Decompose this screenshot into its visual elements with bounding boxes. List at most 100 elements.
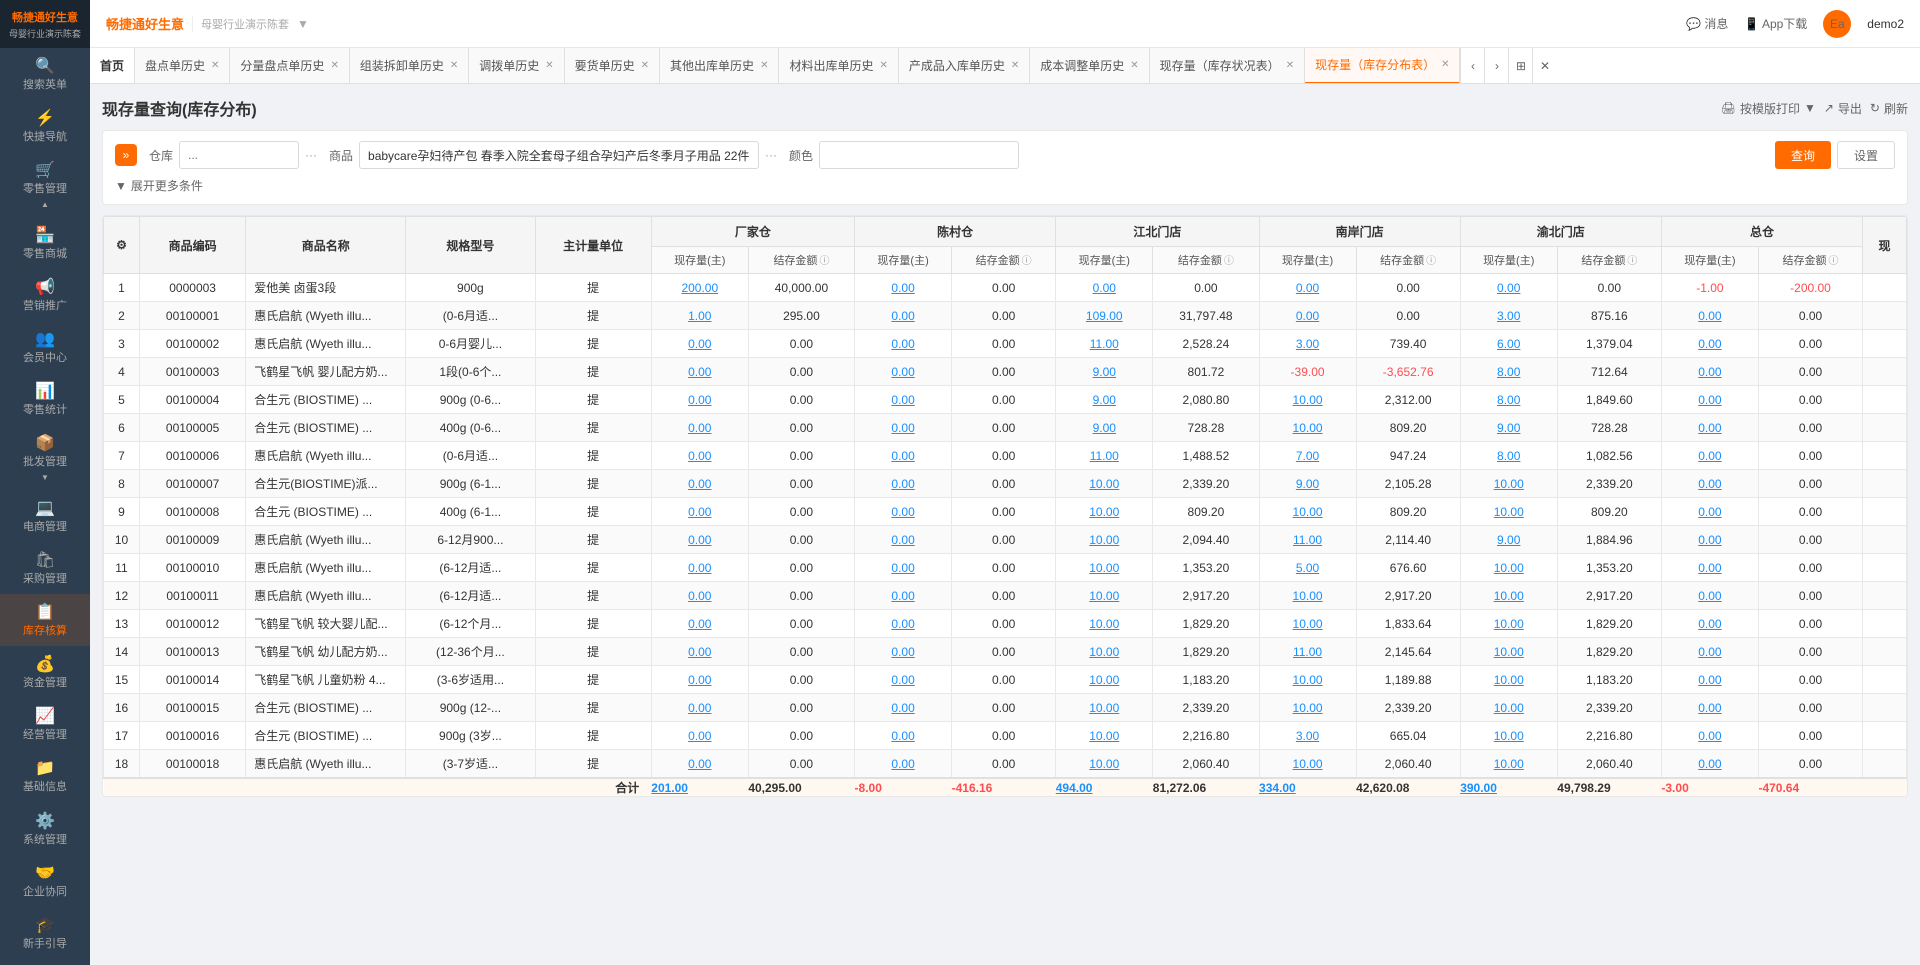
cell-jiangbei-qty[interactable]: 109.00: [1056, 302, 1153, 330]
cell-total-qty[interactable]: 0.00: [1661, 414, 1758, 442]
cell-yubei-qty[interactable]: 10.00: [1460, 694, 1557, 722]
cell-jiangbei-qty[interactable]: 10.00: [1056, 582, 1153, 610]
cell-chen-qty[interactable]: 0.00: [855, 442, 952, 470]
cell-yubei-qty[interactable]: 10.00: [1460, 554, 1557, 582]
total-amt-info-icon[interactable]: ⓘ: [1829, 256, 1839, 267]
cell-nanan-qty[interactable]: 0.00: [1259, 274, 1356, 302]
cell-jiangbei-qty[interactable]: 10.00: [1056, 498, 1153, 526]
username[interactable]: demo2: [1867, 17, 1904, 31]
cell-jiangbei-qty[interactable]: 10.00: [1056, 554, 1153, 582]
cell-yubei-qty[interactable]: 10.00: [1460, 582, 1557, 610]
cell-factory-qty[interactable]: 0.00: [651, 638, 748, 666]
cell-chen-qty[interactable]: 0.00: [855, 638, 952, 666]
footer-jiangbei-qty[interactable]: 494.00: [1056, 778, 1153, 796]
cell-yubei-qty[interactable]: 10.00: [1460, 610, 1557, 638]
cell-factory-qty[interactable]: 0.00: [651, 414, 748, 442]
sidebar-item-member[interactable]: 👥 会员中心: [0, 321, 90, 373]
cell-yubei-qty[interactable]: 9.00: [1460, 526, 1557, 554]
sidebar-item-finance[interactable]: 💰 资金管理: [0, 646, 90, 698]
factory-amt-info-icon[interactable]: ⓘ: [819, 256, 829, 267]
tab-other-out-close[interactable]: ✕: [760, 60, 768, 71]
cell-chen-qty[interactable]: 0.00: [855, 358, 952, 386]
cell-nanan-qty[interactable]: 7.00: [1259, 442, 1356, 470]
cell-yubei-qty[interactable]: 3.00: [1460, 302, 1557, 330]
cell-yubei-qty[interactable]: 10.00: [1460, 498, 1557, 526]
cell-nanan-qty[interactable]: 10.00: [1259, 610, 1356, 638]
sidebar-item-inventory[interactable]: 📋 库存核算: [0, 594, 90, 646]
cell-total-qty[interactable]: 0.00: [1661, 750, 1758, 779]
cell-chen-qty[interactable]: 0.00: [855, 386, 952, 414]
warehouse-input[interactable]: [179, 141, 299, 169]
cell-total-qty[interactable]: -1.00: [1661, 274, 1758, 302]
cell-factory-qty[interactable]: 0.00: [651, 386, 748, 414]
jiangbei-amt-info-icon[interactable]: ⓘ: [1224, 256, 1234, 267]
cell-nanan-qty[interactable]: 3.00: [1259, 722, 1356, 750]
tab-inventory-status-close[interactable]: ✕: [1286, 60, 1294, 71]
cell-factory-qty[interactable]: 1.00: [651, 302, 748, 330]
cell-chen-qty[interactable]: 0.00: [855, 666, 952, 694]
cell-factory-qty[interactable]: 0.00: [651, 526, 748, 554]
cell-yubei-qty[interactable]: 10.00: [1460, 722, 1557, 750]
cell-chen-qty[interactable]: 0.00: [855, 330, 952, 358]
cell-nanan-qty[interactable]: 10.00: [1259, 694, 1356, 722]
cell-nanan-qty[interactable]: 0.00: [1259, 302, 1356, 330]
dropdown-arrow-icon[interactable]: ▼: [297, 17, 309, 31]
tab-dist-stock[interactable]: 分量盘点单历史 ✕: [230, 48, 349, 84]
tab-home[interactable]: 首页: [90, 48, 135, 84]
sidebar-item-base[interactable]: 📁 基础信息: [0, 750, 90, 802]
tab-inventory-dist[interactable]: 现存量（库存分布表） ✕: [1305, 48, 1460, 84]
cell-factory-qty[interactable]: 0.00: [651, 722, 748, 750]
tab-close-all[interactable]: ✕: [1532, 48, 1556, 84]
nanan-amt-info-icon[interactable]: ⓘ: [1426, 256, 1436, 267]
cell-total-qty[interactable]: 0.00: [1661, 554, 1758, 582]
cell-nanan-qty[interactable]: -39.00: [1259, 358, 1356, 386]
cell-jiangbei-qty[interactable]: 10.00: [1056, 610, 1153, 638]
sidebar-item-retail-mall[interactable]: 🏪 零售商城: [0, 217, 90, 269]
tab-inventory-dist-close[interactable]: ✕: [1441, 59, 1449, 70]
tab-nav-prev[interactable]: ‹: [1460, 48, 1484, 84]
warehouse-more-icon[interactable]: ···: [305, 148, 317, 162]
cell-yubei-qty[interactable]: 0.00: [1460, 274, 1557, 302]
cell-yubei-qty[interactable]: 8.00: [1460, 358, 1557, 386]
cell-total-qty[interactable]: 0.00: [1661, 498, 1758, 526]
tab-stock-list-close[interactable]: ✕: [211, 60, 219, 71]
cell-jiangbei-qty[interactable]: 9.00: [1056, 414, 1153, 442]
cell-factory-qty[interactable]: 0.00: [651, 330, 748, 358]
message-btn[interactable]: 💬 消息: [1686, 15, 1728, 32]
cell-total-qty[interactable]: 0.00: [1661, 666, 1758, 694]
tab-adjust-close[interactable]: ✕: [545, 60, 553, 71]
cell-jiangbei-qty[interactable]: 11.00: [1056, 330, 1153, 358]
sidebar-item-ecommerce[interactable]: 💻 电商管理: [0, 490, 90, 542]
cell-nanan-qty[interactable]: 10.00: [1259, 582, 1356, 610]
cell-jiangbei-qty[interactable]: 10.00: [1056, 666, 1153, 694]
tab-combo-order[interactable]: 组装拆卸单历史 ✕: [350, 48, 469, 84]
sidebar-item-retail-stats[interactable]: 📊 零售统计: [0, 373, 90, 425]
cell-factory-qty[interactable]: 0.00: [651, 582, 748, 610]
cell-yubei-qty[interactable]: 8.00: [1460, 442, 1557, 470]
cell-nanan-qty[interactable]: 10.00: [1259, 386, 1356, 414]
cell-yubei-qty[interactable]: 10.00: [1460, 470, 1557, 498]
cell-total-qty[interactable]: 0.00: [1661, 386, 1758, 414]
cell-nanan-qty[interactable]: 10.00: [1259, 414, 1356, 442]
th-settings-icon[interactable]: ⚙: [104, 217, 140, 274]
cell-nanan-qty[interactable]: 9.00: [1259, 470, 1356, 498]
cell-factory-qty[interactable]: 0.00: [651, 498, 748, 526]
cell-chen-qty[interactable]: 0.00: [855, 610, 952, 638]
cell-jiangbei-qty[interactable]: 10.00: [1056, 526, 1153, 554]
chen-amt-info-icon[interactable]: ⓘ: [1022, 256, 1032, 267]
user-avatar[interactable]: Ea: [1823, 10, 1851, 38]
cell-total-qty[interactable]: 0.00: [1661, 722, 1758, 750]
expand-conditions-btn[interactable]: ▼ 展开更多条件: [115, 177, 203, 194]
tab-dist-stock-close[interactable]: ✕: [330, 60, 338, 71]
tab-stock-list[interactable]: 盘点单历史 ✕: [135, 48, 230, 84]
footer-total-qty[interactable]: -3.00: [1661, 778, 1758, 796]
cell-total-qty[interactable]: 0.00: [1661, 638, 1758, 666]
cell-factory-qty[interactable]: 0.00: [651, 554, 748, 582]
tab-nav-next[interactable]: ›: [1484, 48, 1508, 84]
cell-chen-qty[interactable]: 0.00: [855, 722, 952, 750]
footer-chen-qty[interactable]: -8.00: [855, 778, 952, 796]
cell-jiangbei-qty[interactable]: 10.00: [1056, 750, 1153, 779]
tab-material-out-close[interactable]: ✕: [879, 60, 887, 71]
sidebar-item-search[interactable]: 🔍 搜索英单: [0, 48, 90, 100]
cell-total-qty[interactable]: 0.00: [1661, 610, 1758, 638]
